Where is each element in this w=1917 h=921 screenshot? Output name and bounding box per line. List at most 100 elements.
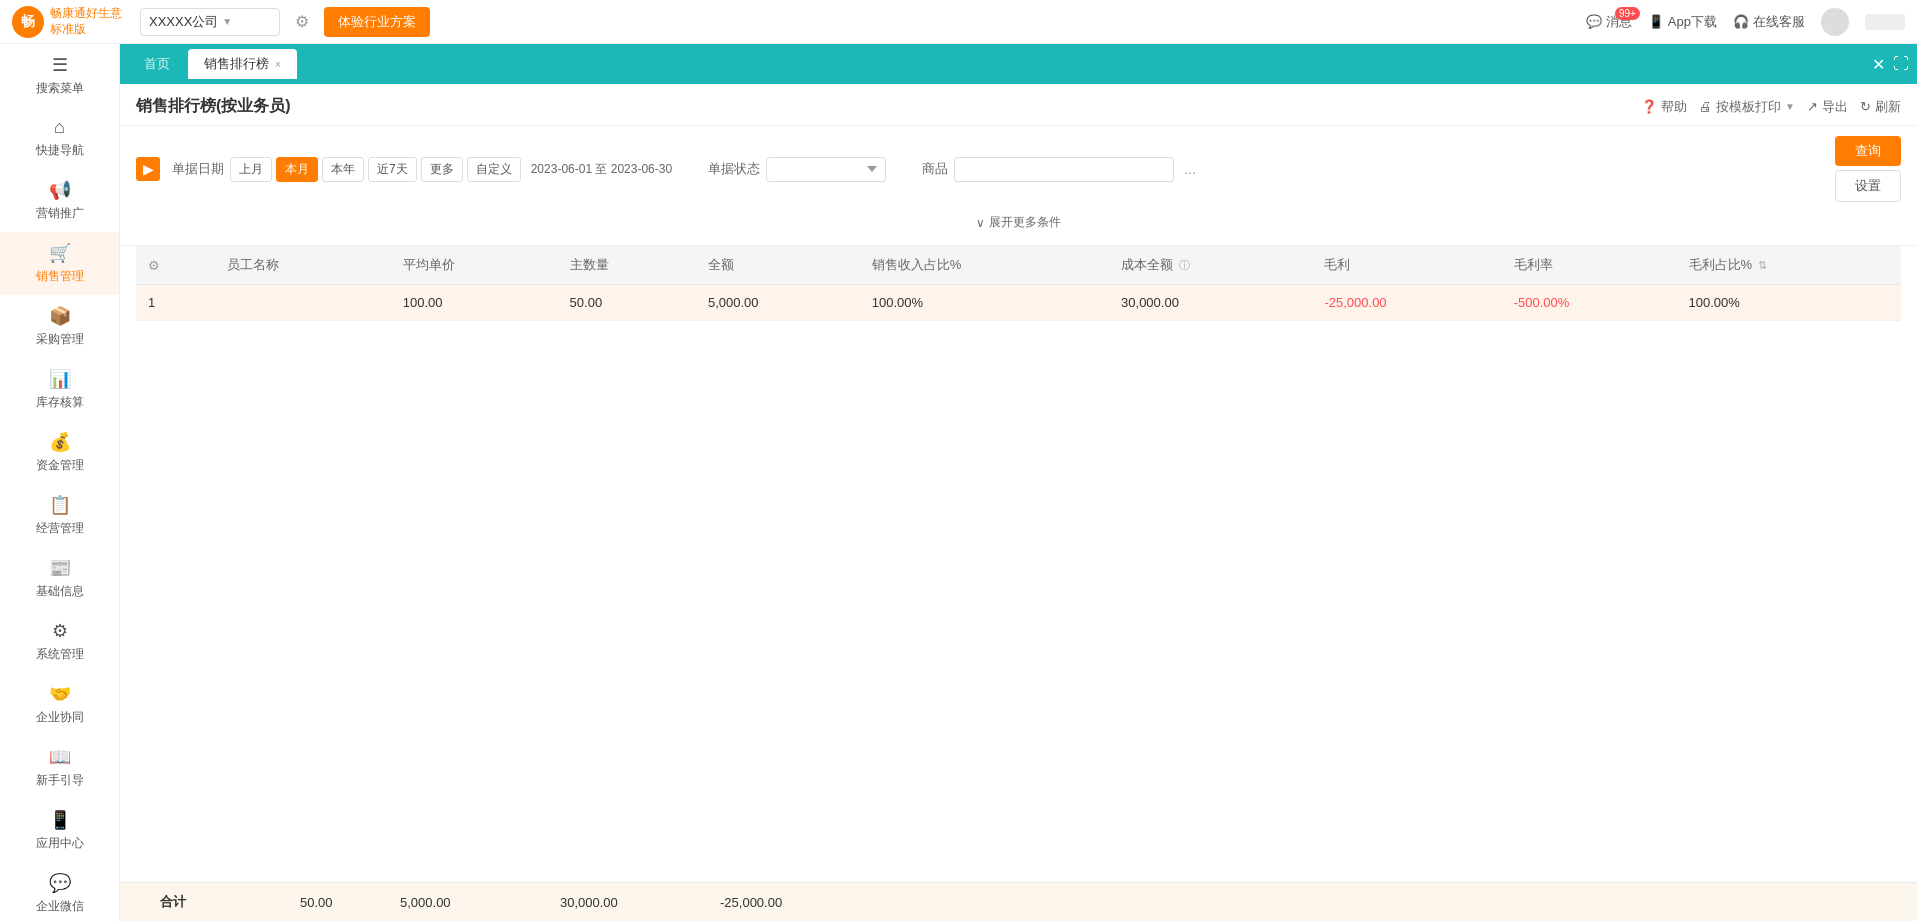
settings-btn[interactable]: 设置 <box>1835 170 1901 202</box>
page-content: 销售排行榜(按业务员) ❓ 帮助 🖨 按模板打印 ▼ ↗ <box>120 84 1917 921</box>
system-icon: ⚙ <box>52 620 68 642</box>
home-icon: ⌂ <box>54 117 65 138</box>
sidebar-item-basic[interactable]: 📰 基础信息 <box>0 547 119 610</box>
cell-total: 5,000.00 <box>696 285 860 321</box>
industry-btn[interactable]: 体验行业方案 <box>324 7 430 37</box>
logo-text: 畅康通好生意 标准版 <box>50 6 122 37</box>
sidebar-item-collab[interactable]: 🤝 企业协同 <box>0 673 119 736</box>
col-settings: ⚙ <box>136 246 215 285</box>
status-label: 单据状态 <box>708 160 760 178</box>
filter-goods: 商品 ... <box>922 157 1196 182</box>
cell-index: 1 <box>136 285 215 321</box>
date-label: 单据日期 <box>172 160 224 178</box>
cell-gross: -25,000.00 <box>1312 285 1501 321</box>
sidebar-item-wechat[interactable]: 💬 企业微信 <box>0 862 119 921</box>
mobile-icon: 📱 <box>1648 14 1664 29</box>
cell-gross-pct: 100.00% <box>1677 285 1901 321</box>
date-btn-current-year[interactable]: 本年 <box>322 157 364 182</box>
content-area: 首页 销售排行榜 × ✕ ⛶ 销售排行榜(按业务员) ❓ <box>120 44 1917 921</box>
filter-expand-row: ∨ 展开更多条件 <box>136 202 1901 235</box>
message-icon: 💬 <box>1586 14 1602 29</box>
settings-icon[interactable]: ⚙ <box>288 8 316 36</box>
footer-label: 合计 <box>148 893 288 911</box>
col-total: 全额 <box>696 246 860 285</box>
app-download-btn[interactable]: 📱 App下载 <box>1648 13 1717 31</box>
col-name: 员工名称 <box>215 246 391 285</box>
goods-input[interactable] <box>954 157 1174 182</box>
filter-arrow-btn[interactable]: ▶ <box>136 157 160 181</box>
table-row: 1 100.00 50.00 5,000.00 100.00% 30,000.0… <box>136 285 1901 321</box>
filter-row-1: ▶ 单据日期 上月 本月 本年 近7天 更多 自定义 <box>136 136 1901 202</box>
sidebar-item-operations[interactable]: 📋 经营管理 <box>0 484 119 547</box>
topbar: 畅 畅康通好生意 标准版 XXXXX公司 ▼ ⚙ 体验行业方案 💬 消息 99+… <box>0 0 1917 44</box>
date-btn-more[interactable]: 更多 <box>421 157 463 182</box>
filter-status: 单据状态 <box>708 157 886 182</box>
fullscreen-icon[interactable]: ⛶ <box>1893 55 1909 73</box>
inner-page: 销售排行榜(按业务员) ❓ 帮助 🖨 按模板打印 ▼ ↗ <box>120 84 1917 921</box>
page-title: 销售排行榜(按业务员) <box>136 96 291 117</box>
search-menu-icon: ☰ <box>52 54 68 76</box>
cost-info-icon[interactable]: ⓘ <box>1179 259 1190 271</box>
operations-icon: 📋 <box>49 494 71 516</box>
wechat-icon: 💬 <box>49 872 71 894</box>
sidebar-item-nav[interactable]: ⌂ 快捷导航 <box>0 107 119 169</box>
guide-icon: 📖 <box>49 746 71 768</box>
query-btn[interactable]: 查询 <box>1835 136 1901 166</box>
message-btn[interactable]: 💬 消息 99+ <box>1586 13 1632 31</box>
tab-sales-rank[interactable]: 销售排行榜 × <box>188 49 297 79</box>
print-chevron-icon: ▼ <box>1785 101 1795 112</box>
sidebar-item-marketing[interactable]: 📢 营销推广 <box>0 169 119 232</box>
close-tab-icon[interactable]: × <box>275 59 281 70</box>
table-footer: 合计 50.00 5,000.00 30,000.00 -25,000.00 <box>120 882 1917 921</box>
sidebar-item-sales[interactable]: 🛒 销售管理 <box>0 232 119 295</box>
help-icon: ❓ <box>1641 99 1657 114</box>
help-btn[interactable]: ❓ 帮助 <box>1641 98 1687 116</box>
cell-gross-rate: -500.00% <box>1502 285 1677 321</box>
message-badge: 99+ <box>1615 7 1640 20</box>
cell-name <box>215 285 391 321</box>
gross-pct-sort-icon[interactable]: ⇅ <box>1758 259 1767 271</box>
close-window-icon[interactable]: ✕ <box>1872 55 1885 74</box>
sidebar-item-search[interactable]: ☰ 搜索菜单 <box>0 44 119 107</box>
refresh-btn[interactable]: ↻ 刷新 <box>1860 98 1901 116</box>
sidebar-item-apps[interactable]: 📱 应用中心 <box>0 799 119 862</box>
sidebar-item-system[interactable]: ⚙ 系统管理 <box>0 610 119 673</box>
goods-more-icon[interactable]: ... <box>1184 161 1196 177</box>
status-select[interactable] <box>766 157 886 182</box>
footer-total: 5,000.00 <box>388 895 548 910</box>
footer-cost: 30,000.00 <box>548 895 708 910</box>
date-btn-prev-month[interactable]: 上月 <box>230 157 272 182</box>
filter-date: 单据日期 上月 本月 本年 近7天 更多 自定义 2023-06-01 至 20… <box>172 157 672 182</box>
chevron-down-icon: ▼ <box>222 16 232 27</box>
tab-home[interactable]: 首页 <box>128 49 186 79</box>
sidebar-item-guide[interactable]: 📖 新手引导 <box>0 736 119 799</box>
online-service-btn[interactable]: 🎧 在线客服 <box>1733 13 1805 31</box>
sales-icon: 🛒 <box>49 242 71 264</box>
sidebar-item-purchase[interactable]: 📦 采购管理 <box>0 295 119 358</box>
date-btn-current-month[interactable]: 本月 <box>276 157 318 182</box>
date-btn-custom[interactable]: 自定义 <box>467 157 521 182</box>
date-range-btns: 上月 本月 本年 近7天 更多 自定义 <box>230 157 521 182</box>
company-selector[interactable]: XXXXX公司 ▼ <box>140 8 280 36</box>
col-gross-rate: 毛利率 <box>1502 246 1677 285</box>
date-btn-7days[interactable]: 近7天 <box>368 157 417 182</box>
sidebar-item-finance[interactable]: 💰 资金管理 <box>0 421 119 484</box>
topbar-right: 💬 消息 99+ 📱 App下载 🎧 在线客服 <box>1586 8 1905 36</box>
cell-quantity: 50.00 <box>558 285 696 321</box>
export-icon: ↗ <box>1807 99 1818 114</box>
col-sales-pct: 销售收入占比% <box>860 246 1109 285</box>
sidebar-item-stock[interactable]: 📊 库存核算 <box>0 358 119 421</box>
col-settings-icon[interactable]: ⚙ <box>148 258 160 273</box>
main-layout: ☰ 搜索菜单 ⌂ 快捷导航 📢 营销推广 🛒 销售管理 📦 采购管理 📊 库存核… <box>0 44 1917 921</box>
expand-btn[interactable]: ∨ 展开更多条件 <box>976 214 1061 231</box>
col-avg-price: 平均单价 <box>391 246 558 285</box>
export-btn[interactable]: ↗ 导出 <box>1807 98 1848 116</box>
data-table: ⚙ 员工名称 平均单价 主数量 全额 销售收入占比% 成本全额 ⓘ <box>136 246 1901 321</box>
print-icon: 🖨 <box>1699 99 1712 114</box>
username[interactable] <box>1865 14 1905 30</box>
template-print-btn[interactable]: 🖨 按模板打印 ▼ <box>1699 98 1795 116</box>
avatar[interactable] <box>1821 8 1849 36</box>
tab-bar: 首页 销售排行榜 × ✕ ⛶ <box>120 44 1917 84</box>
basic-icon: 📰 <box>49 557 71 579</box>
col-gross: 毛利 <box>1312 246 1501 285</box>
